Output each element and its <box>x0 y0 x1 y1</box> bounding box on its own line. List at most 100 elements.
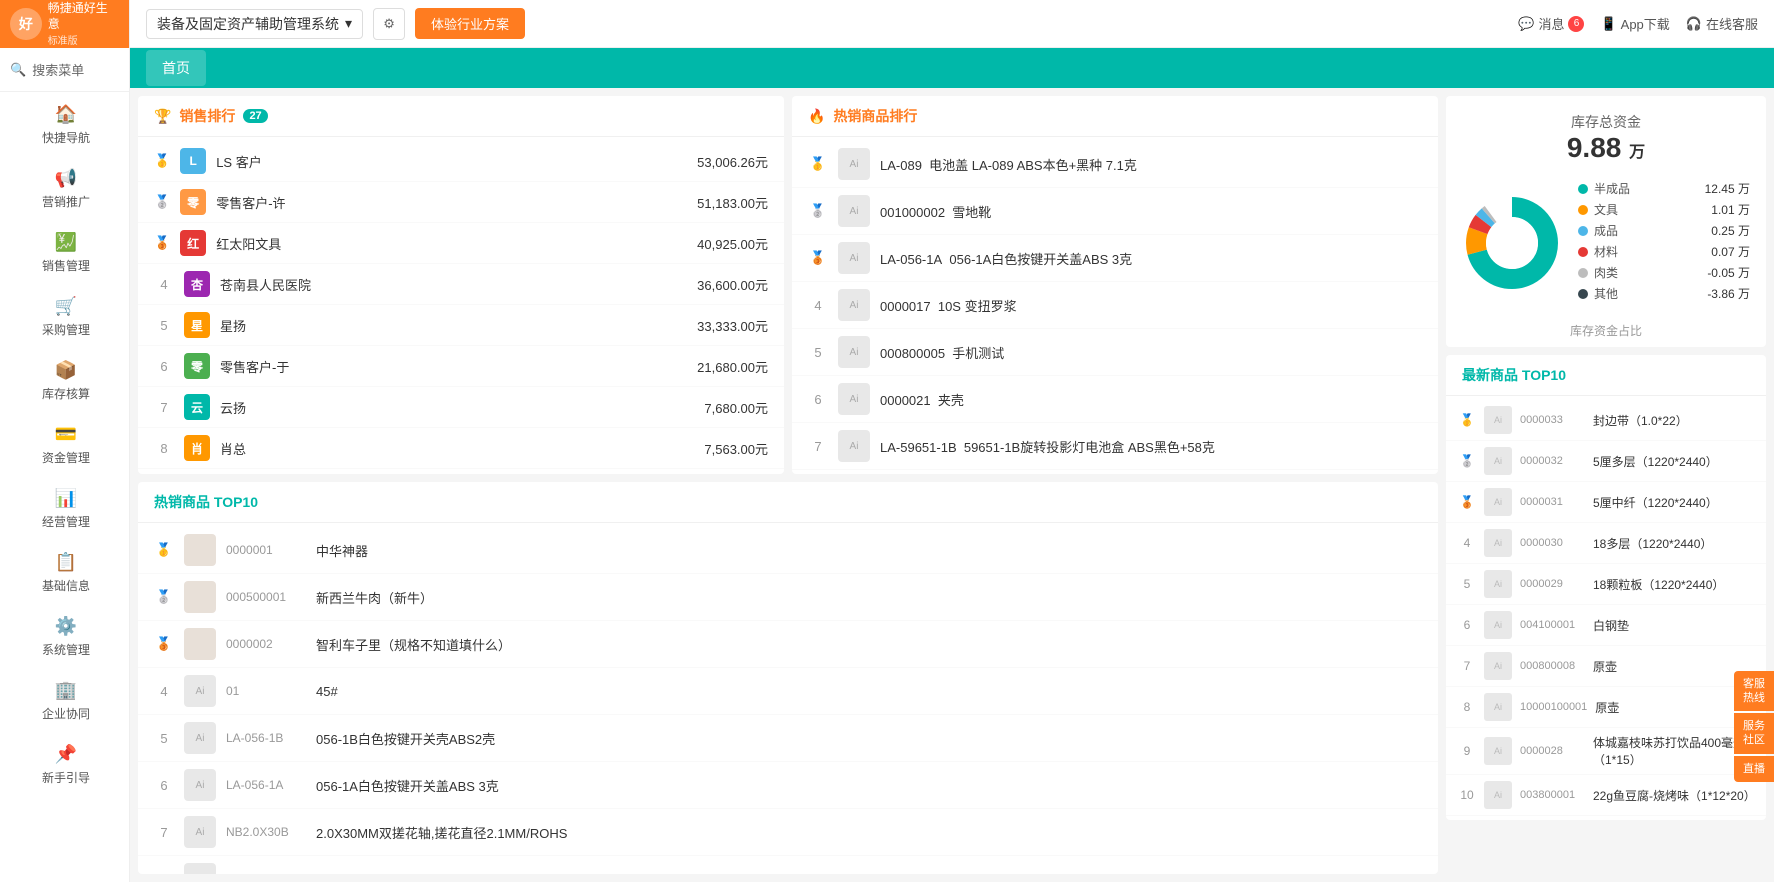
guide-label: 新手引导 <box>42 769 90 786</box>
rank-avatar: L <box>180 148 206 174</box>
base-label: 基础信息 <box>42 577 90 594</box>
legend-item: 材料 0.07 万 <box>1578 243 1750 260</box>
legend-value: 0.07 万 <box>1711 243 1750 260</box>
product-name: 新西兰牛肉（新牛） <box>316 588 1422 607</box>
legend-value: -0.05 万 <box>1707 264 1750 281</box>
product-name: 12070519-xs <box>316 872 1422 875</box>
legend-color <box>1578 268 1588 278</box>
top-section: 🏆 销售排行 27 🥇 L LS 客户 53,006.26元 🥈 零 零售客户-… <box>138 96 1438 474</box>
stock-total-header: 库存总资金 9.88 万 <box>1446 96 1766 172</box>
legend-item: 半成品 12.45 万 <box>1578 180 1750 197</box>
sidebar-search[interactable]: 🔍 搜索菜单 <box>0 48 129 92</box>
hot-rank-item: 4 Ai 0000017 10S 变扭罗浆 <box>792 282 1438 329</box>
app-download-action[interactable]: 📱 App下载 <box>1600 14 1669 33</box>
sidebar: 好 畅捷通好生意 标准版 🔍 搜索菜单 🏠 快捷导航 📢 营销推广 💹 销售管理… <box>0 0 130 882</box>
product-name: 原壶 <box>1593 658 1754 675</box>
stock-note: 库存资金占比 <box>1446 322 1766 347</box>
rank-number: 6 <box>154 359 174 374</box>
rank-amount: 21,680.00元 <box>697 357 768 376</box>
rank-item: 🥈 零 零售客户-许 51,183.00元 <box>138 182 784 223</box>
rank-item: 🥉 红 红太阳文具 40,925.00元 <box>138 223 784 264</box>
rank-number: 🥇 <box>1458 413 1476 427</box>
legend-item: 其他 -3.86 万 <box>1578 285 1750 302</box>
company-icon: 🏢 <box>55 680 77 701</box>
message-action[interactable]: 💬 消息 6 <box>1518 14 1584 33</box>
settings-button[interactable]: ⚙ <box>373 8 405 40</box>
marketing-label: 营销推广 <box>42 193 90 210</box>
header: 装备及固定资产辅助管理系统 ▾ ⚙ 体验行业方案 💬 消息 6 📱 App下载 … <box>130 0 1774 48</box>
search-menu-btn[interactable]: 🔍 搜索菜单 <box>10 56 119 83</box>
new-product-item: 🥈 Ai 0000032 5厘多层（1220*2440） <box>1446 441 1766 482</box>
sales-label: 销售管理 <box>42 257 90 274</box>
product-name: 中华神器 <box>316 541 1422 560</box>
product-img-placeholder: Ai <box>1484 570 1512 598</box>
quick-label: 快捷导航 <box>42 129 90 146</box>
hot-products-list: 🥇 0000001 中华神器 🥈 000500001 新西兰牛肉（新牛） 🥉 0… <box>138 523 1438 874</box>
trial-button[interactable]: 体验行业方案 <box>415 8 525 39</box>
product-code: 0000033 <box>1520 414 1585 426</box>
sidebar-nav: 🏠 快捷导航 📢 营销推广 💹 销售管理 🛒 采购管理 📦 库存核算 💳 资金管… <box>0 92 129 882</box>
operation-label: 经营管理 <box>42 513 90 530</box>
product-img-placeholder: Ai <box>184 675 216 707</box>
product-code: 0000032 <box>1520 455 1585 467</box>
hot-item: 🥇 0000001 中华神器 <box>138 527 1438 574</box>
product-thumbnail <box>184 534 216 566</box>
rank-name: 肖总 <box>220 439 694 458</box>
rank-number: 5 <box>808 345 828 360</box>
legend-value: 0.25 万 <box>1711 222 1750 239</box>
sidebar-item-base[interactable]: 📋 基础信息 <box>0 540 129 604</box>
rank-amount: 51,183.00元 <box>697 193 768 212</box>
sidebar-item-marketing[interactable]: 📢 营销推广 <box>0 156 129 220</box>
legend-label: 肉类 <box>1594 264 1701 281</box>
rank-number: 6 <box>808 392 828 407</box>
online-service-action[interactable]: 🎧 在线客服 <box>1686 14 1758 33</box>
product-img-placeholder: Ai <box>1484 652 1512 680</box>
system-name-selector[interactable]: 装备及固定资产辅助管理系统 ▾ <box>146 9 363 39</box>
purchase-label: 采购管理 <box>42 321 90 338</box>
sidebar-item-company[interactable]: 🏢 企业协同 <box>0 668 129 732</box>
sales-ranking-header: 🏆 销售排行 27 <box>138 96 784 137</box>
rank-number: 6 <box>1458 618 1476 632</box>
quick-icon: 🏠 <box>55 104 77 125</box>
product-code-name: LA-056-1A 056-1A白色按键开关盖ABS 3克 <box>880 249 1422 268</box>
message-icon: 💬 <box>1518 16 1534 32</box>
hot-rank-item: 5 Ai 000800005 手机测试 <box>792 329 1438 376</box>
rank-name: 苍南县人民医院 <box>220 275 687 294</box>
hot-rank-item: 🥈 Ai 001000002 雪地靴 <box>792 188 1438 235</box>
sidebar-item-guide[interactable]: 📌 新手引导 <box>0 732 129 796</box>
hot-products-card: 热销商品 TOP10 🥇 0000001 中华神器 🥈 000500001 新西… <box>138 482 1438 874</box>
hot-item: 7 Ai NB2.0X30B 2.0X30MM双搓花轴,搓花直径2.1MM/RO… <box>138 809 1438 856</box>
phone-icon: 📱 <box>1600 16 1616 32</box>
product-img: Ai <box>838 336 870 368</box>
new-product-item: 9 Ai 0000028 体城嘉枝味苏打饮品400毫升（1*15） <box>1446 728 1766 775</box>
legend-color <box>1578 226 1588 236</box>
legend-value: -3.86 万 <box>1707 285 1750 302</box>
rank-number: 9 <box>1458 744 1476 758</box>
stock-legend: 半成品 12.45 万 文具 1.01 万 成品 0.25 万 材料 0.07 … <box>1578 180 1750 306</box>
sidebar-item-system[interactable]: ⚙️ 系统管理 <box>0 604 129 668</box>
product-img-placeholder: Ai <box>184 722 216 754</box>
product-code: LA-056-1B <box>226 731 306 745</box>
sidebar-item-quick[interactable]: 🏠 快捷导航 <box>0 92 129 156</box>
new-product-item: 🥇 Ai 0000033 封边带（1.0*22） <box>1446 400 1766 441</box>
product-code: 0000031 <box>1520 496 1585 508</box>
sidebar-item-purchase[interactable]: 🛒 采购管理 <box>0 284 129 348</box>
medal-icon: 🥈 <box>154 194 170 210</box>
floating-btn-2[interactable]: 直播 <box>1734 756 1774 782</box>
nav-item-home[interactable]: 首页 <box>146 50 206 86</box>
stock-total-value: 9.88 万 <box>1462 132 1750 164</box>
sidebar-item-finance[interactable]: 💳 资金管理 <box>0 412 129 476</box>
sidebar-item-stock[interactable]: 📦 库存核算 <box>0 348 129 412</box>
floating-btn-1[interactable]: 服务社区 <box>1734 713 1774 754</box>
new-product-item: 4 Ai 0000030 18多层（1220*2440） <box>1446 523 1766 564</box>
floating-btn-0[interactable]: 客服热线 <box>1734 671 1774 712</box>
logo-badge: 标准版 <box>48 32 119 47</box>
product-name: 22g鱼豆腐-烧烤味（1*12*20） <box>1593 787 1754 804</box>
chevron-down-icon: ▾ <box>345 15 352 32</box>
sidebar-item-operation[interactable]: 📊 经营管理 <box>0 476 129 540</box>
stock-label: 库存核算 <box>42 385 90 402</box>
sidebar-item-sales[interactable]: 💹 销售管理 <box>0 220 129 284</box>
message-badge: 6 <box>1568 16 1584 32</box>
rank-number: 🥈 <box>808 203 828 219</box>
hot-rank-list: 🥇 Ai LA-089 电池盖 LA-089 ABS本色+黑种 7.1克 🥈 A… <box>792 137 1438 474</box>
